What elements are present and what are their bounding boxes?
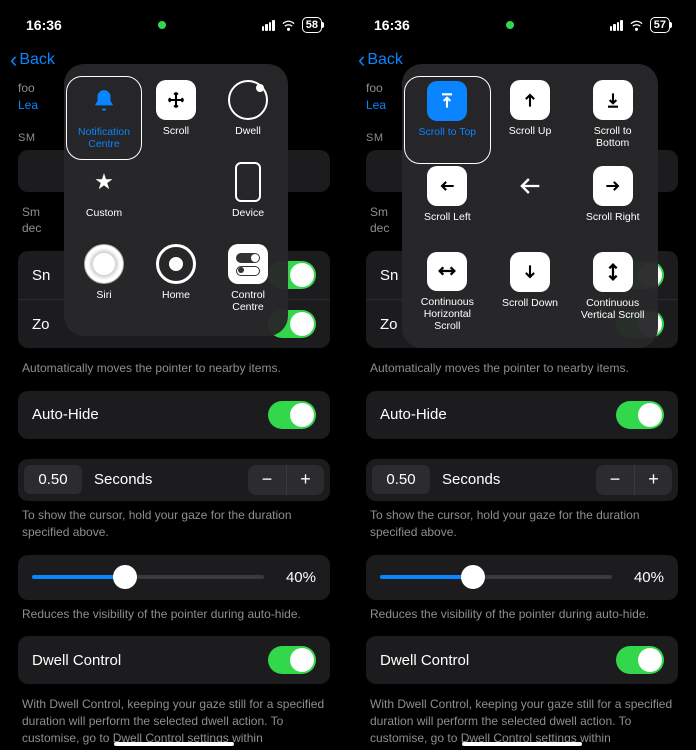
stepper-increment[interactable]: + <box>634 465 672 495</box>
status-time: 16:36 <box>374 17 410 33</box>
slider-caption: Reduces the visibility of the pointer du… <box>18 600 330 637</box>
menu-scroll[interactable]: Scroll <box>140 80 212 156</box>
slider-percent: 40% <box>624 569 664 586</box>
status-bar: 16:36 57 <box>348 0 696 40</box>
wifi-icon <box>281 18 296 33</box>
opacity-slider-cell: 40% <box>366 555 678 600</box>
menu-home[interactable]: Home <box>140 244 212 320</box>
arrow-down-icon <box>510 252 550 292</box>
home-icon <box>156 244 196 284</box>
battery-icon: 57 <box>650 17 670 33</box>
learn-more-link[interactable]: Lea <box>18 98 38 112</box>
phone-right: 16:36 57 ‹ Back foo Lea SM Sm dec Sn <box>348 0 696 750</box>
menu-device[interactable]: Device <box>212 162 284 238</box>
duration-stepper-cell: 0.50 Seconds − + <box>18 459 330 501</box>
menu-control-centre[interactable]: Control Centre <box>212 244 284 320</box>
auto-hide-toggle[interactable] <box>268 401 316 429</box>
menu-empty-slot <box>140 162 212 238</box>
stepper-value: 0.50 <box>24 465 82 494</box>
menu-notification-centre[interactable]: Notification Centre <box>66 76 142 160</box>
auto-hide-toggle[interactable] <box>616 401 664 429</box>
bell-icon <box>84 81 124 121</box>
privacy-indicator-dot <box>506 21 514 29</box>
arrow-right-icon <box>593 166 633 206</box>
menu-dwell[interactable]: Dwell <box>212 80 284 156</box>
cellular-icon <box>610 20 623 31</box>
horizontal-scroll-icon <box>427 252 467 291</box>
menu-scroll-up[interactable]: Scroll Up <box>489 80 572 160</box>
scroll-to-top-icon <box>427 81 467 121</box>
opacity-slider[interactable] <box>32 575 264 579</box>
dwell-control-cell[interactable]: Dwell Control <box>18 636 330 684</box>
menu-custom[interactable]: ★ Custom <box>68 162 140 238</box>
learn-more-link[interactable]: Lea <box>366 98 386 112</box>
duration-stepper-cell: 0.50 Seconds − + <box>366 459 678 501</box>
dwell-control-toggle[interactable] <box>616 646 664 674</box>
chevron-left-icon: ‹ <box>10 47 17 73</box>
status-time: 16:36 <box>26 17 62 33</box>
stepper-value: 0.50 <box>372 465 430 494</box>
device-icon <box>235 162 261 202</box>
home-indicator[interactable] <box>114 742 234 746</box>
wifi-icon <box>629 18 644 33</box>
menu-scroll-to-top[interactable]: Scroll to Top <box>404 76 491 164</box>
arrow-up-icon <box>510 80 550 120</box>
menu-scroll-left[interactable]: Scroll Left <box>406 166 489 246</box>
stepper-caption: To show the cursor, hold your gaze for t… <box>18 501 330 555</box>
back-button[interactable]: ‹ Back <box>358 47 403 73</box>
back-button[interactable]: ‹ Back <box>10 47 55 73</box>
scroll-to-bottom-icon <box>593 80 633 120</box>
stepper-unit: Seconds <box>94 471 248 488</box>
dwell-control-cell[interactable]: Dwell Control <box>366 636 678 684</box>
dwell-control-toggle[interactable] <box>268 646 316 674</box>
auto-hide-cell[interactable]: Auto-Hide <box>366 391 678 439</box>
cellular-icon <box>262 20 275 31</box>
menu-siri[interactable]: Siri <box>68 244 140 320</box>
privacy-indicator-dot <box>158 21 166 29</box>
menu-continuous-horizontal-scroll[interactable]: Continuous Horizontal Scroll <box>406 252 489 332</box>
slider-percent: 40% <box>276 569 316 586</box>
vertical-scroll-icon <box>593 252 633 292</box>
back-arrow-icon <box>510 166 550 206</box>
menu-scroll-down[interactable]: Scroll Down <box>489 252 572 332</box>
snap-caption: Automatically moves the pointer to nearb… <box>366 354 678 391</box>
dwell-icon <box>228 80 268 120</box>
menu-scroll-to-bottom[interactable]: Scroll to Bottom <box>571 80 654 160</box>
menu-back[interactable] <box>489 166 572 246</box>
star-icon: ★ <box>84 162 124 202</box>
stepper-decrement[interactable]: − <box>596 465 634 495</box>
scroll-icon <box>156 80 196 120</box>
slider-caption: Reduces the visibility of the pointer du… <box>366 600 678 637</box>
stepper-decrement[interactable]: − <box>248 465 286 495</box>
status-bar: 16:36 58 <box>0 0 348 40</box>
battery-icon: 58 <box>302 17 322 33</box>
stepper-increment[interactable]: + <box>286 465 324 495</box>
home-indicator[interactable] <box>462 742 582 746</box>
menu-continuous-vertical-scroll[interactable]: Continuous Vertical Scroll <box>571 252 654 332</box>
control-centre-icon <box>228 244 268 284</box>
assistive-touch-menu: Notification Centre Scroll Dwell ★ Custo… <box>64 64 288 336</box>
opacity-slider-cell: 40% <box>18 555 330 600</box>
stepper-unit: Seconds <box>442 471 596 488</box>
stepper-caption: To show the cursor, hold your gaze for t… <box>366 501 678 555</box>
scroll-submenu: Scroll to Top Scroll Up Scroll to Bottom… <box>402 64 658 348</box>
arrow-left-icon <box>427 166 467 206</box>
phone-left: 16:36 58 ‹ Back foo Lea SM Sm dec Sn <box>0 0 348 750</box>
auto-hide-cell[interactable]: Auto-Hide <box>18 391 330 439</box>
chevron-left-icon: ‹ <box>358 47 365 73</box>
snap-caption: Automatically moves the pointer to nearb… <box>18 354 330 391</box>
siri-icon <box>84 244 124 284</box>
menu-scroll-right[interactable]: Scroll Right <box>571 166 654 246</box>
opacity-slider[interactable] <box>380 575 612 579</box>
